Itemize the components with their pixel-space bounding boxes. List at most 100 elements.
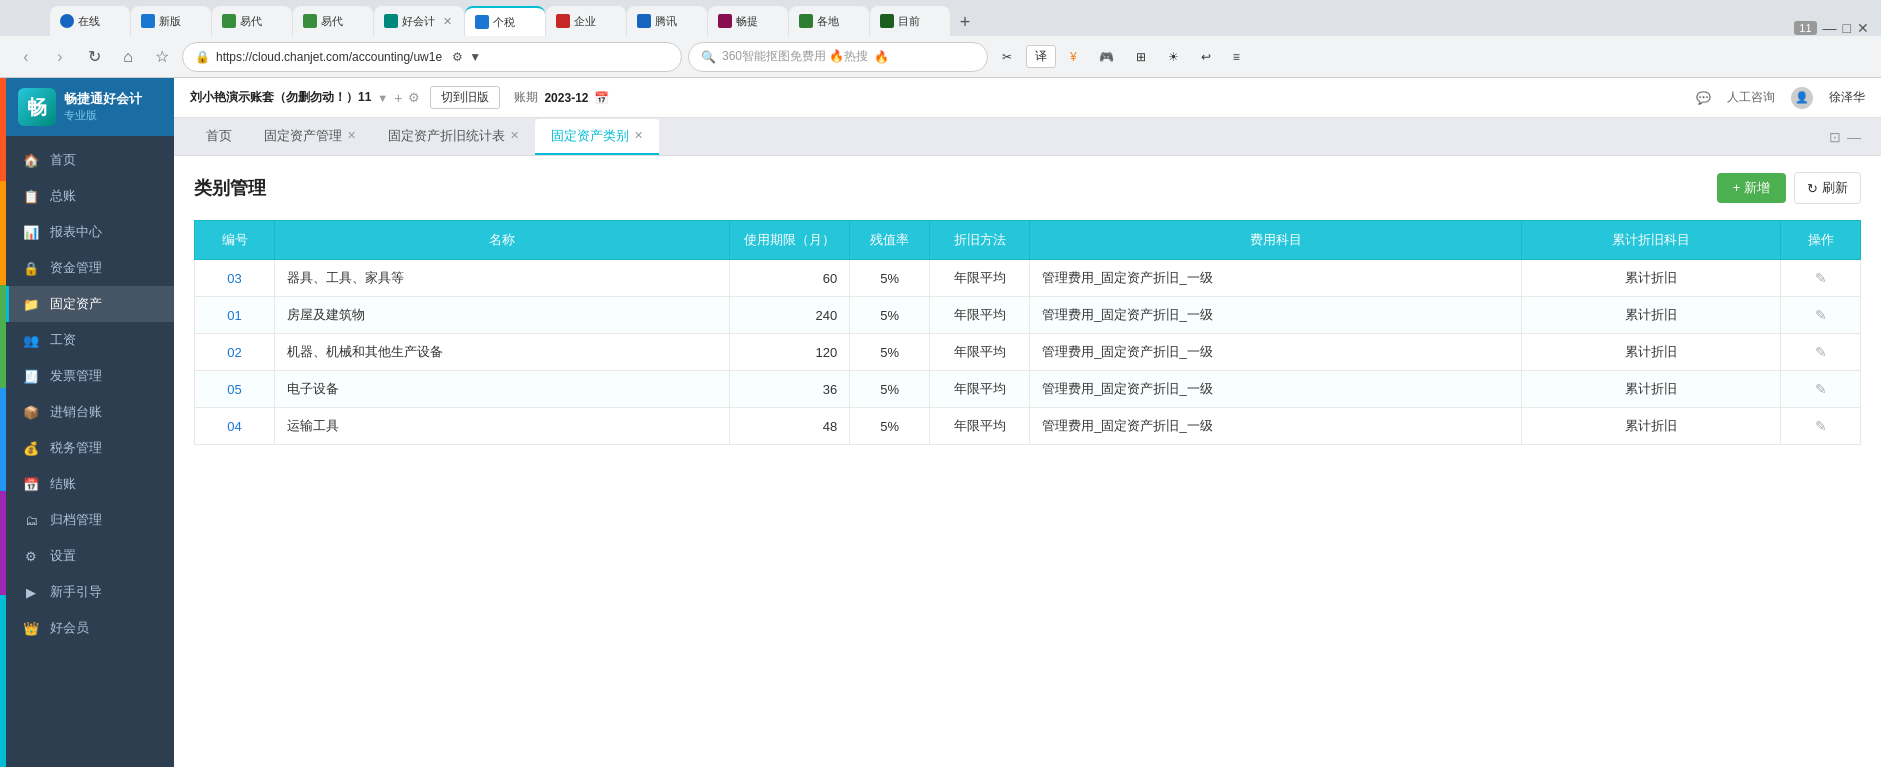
sidebar-item-tax[interactable]: 💰 税务管理 — [6, 430, 174, 466]
customer-service-label[interactable]: 人工咨询 — [1727, 89, 1775, 106]
add-company-icon[interactable]: + — [394, 90, 402, 106]
settings-gear-icon[interactable]: ⚙ — [408, 90, 420, 105]
logo-main-text: 畅捷通好会计 — [64, 91, 142, 108]
sidebar-item-checkout[interactable]: 📅 结账 — [6, 466, 174, 502]
search-text: 360智能抠图免费用 🔥热搜 — [722, 48, 868, 65]
browser-tab-yidai1[interactable]: 易代 — [212, 6, 292, 36]
customer-service-icon[interactable]: 💬 — [1696, 91, 1711, 105]
gear-icon: ⚙ — [22, 549, 40, 564]
tab-count-badge: 11 — [1794, 21, 1816, 35]
edit-cell[interactable]: ✎ — [1781, 334, 1861, 371]
edit-cell[interactable]: ✎ — [1781, 408, 1861, 445]
cell-0[interactable]: 04 — [195, 408, 275, 445]
toolbar-game[interactable]: 🎮 — [1091, 48, 1122, 66]
browser-tab-yidai2[interactable]: 易代 — [293, 6, 373, 36]
company-name: 刘小艳演示账套（勿删勿动！）11 — [190, 89, 371, 106]
toolbar-translate[interactable]: 译 — [1026, 45, 1056, 68]
browser-tab-haokuaiji[interactable]: 好会计 ✕ — [374, 6, 464, 36]
tab-icon — [60, 14, 74, 28]
refresh-button[interactable]: ↻ 刷新 — [1794, 172, 1861, 204]
sidebar-item-report[interactable]: 📊 报表中心 — [6, 214, 174, 250]
url-bar[interactable]: 🔒 https://cloud.chanjet.com/accounting/u… — [182, 42, 682, 72]
sidebar-item-invoice[interactable]: 🧾 发票管理 — [6, 358, 174, 394]
table-row: 03器具、工具、家具等605%年限平均管理费用_固定资产折旧_一级累计折旧✎ — [195, 260, 1861, 297]
browser-tab-muqian[interactable]: 目前 — [870, 6, 950, 36]
dropdown-arrow-icon[interactable]: ▼ — [377, 92, 388, 104]
window-minimize-icon[interactable]: — — [1823, 20, 1837, 36]
edit-cell[interactable]: ✎ — [1781, 297, 1861, 334]
sidebar-item-label: 进销台账 — [50, 403, 102, 421]
cell-0[interactable]: 05 — [195, 371, 275, 408]
toolbar-sun[interactable]: ☀ — [1160, 48, 1187, 66]
cell-6: 累计折旧 — [1521, 260, 1780, 297]
page-title: 类别管理 — [194, 176, 266, 200]
cell-3: 5% — [850, 408, 930, 445]
browser-tab-xinban[interactable]: 新版 — [131, 6, 211, 36]
cell-0[interactable]: 02 — [195, 334, 275, 371]
nav-back-button[interactable]: ‹ — [12, 43, 40, 71]
minimize-icon[interactable]: — — [1847, 129, 1861, 145]
cell-6: 累计折旧 — [1521, 334, 1780, 371]
cell-0[interactable]: 01 — [195, 297, 275, 334]
window-close-icon[interactable]: ✕ — [1857, 20, 1869, 36]
page-content: 类别管理 + 新增 ↻ 刷新 编号 名称 使用期限（月） — [174, 156, 1881, 767]
switch-version-btn[interactable]: 切到旧版 — [430, 86, 500, 109]
toolbar-grid[interactable]: ⊞ — [1128, 48, 1154, 66]
browser-tab-gedi[interactable]: 各地 — [789, 6, 869, 36]
edit-cell[interactable]: ✎ — [1781, 260, 1861, 297]
sidebar-item-home[interactable]: 🏠 首页 — [6, 142, 174, 178]
cell-5: 管理费用_固定资产折旧_一级 — [1030, 408, 1522, 445]
tab-label: 各地 — [817, 14, 839, 29]
nav-reload-button[interactable]: ↻ — [80, 43, 108, 71]
edit-cell[interactable]: ✎ — [1781, 371, 1861, 408]
nav-forward-button[interactable]: › — [46, 43, 74, 71]
refresh-label: 刷新 — [1822, 179, 1848, 197]
tab-close-icon[interactable]: ✕ — [510, 129, 519, 142]
browser-tab-qiye[interactable]: 企业 — [546, 6, 626, 36]
maximize-icon[interactable]: ⊡ — [1829, 129, 1841, 145]
toolbar-coins[interactable]: ¥ — [1062, 48, 1085, 66]
sidebar-item-salary[interactable]: 👥 工资 — [6, 322, 174, 358]
sidebar-item-archive[interactable]: 🗂 归档管理 — [6, 502, 174, 538]
nav-home-button[interactable]: ⌂ — [114, 43, 142, 71]
tab-new-button[interactable]: + — [951, 8, 979, 36]
browser-tab-tengxun[interactable]: 腾讯 — [627, 6, 707, 36]
toolbar-scissors[interactable]: ✂ — [994, 48, 1020, 66]
tab-depreciation-table[interactable]: 固定资产折旧统计表 ✕ — [372, 119, 535, 155]
toolbar-menu[interactable]: ≡ — [1225, 48, 1248, 66]
cell-0[interactable]: 03 — [195, 260, 275, 297]
sidebar-item-membership[interactable]: 👑 好会员 — [6, 610, 174, 646]
tab-fixed-asset-mgmt[interactable]: 固定资产管理 ✕ — [248, 119, 372, 155]
cell-1: 器具、工具、家具等 — [275, 260, 730, 297]
calendar-icon[interactable]: 📅 — [594, 91, 609, 105]
browser-tab-geshuei[interactable]: 个税 — [465, 6, 545, 36]
sidebar-item-tutorial[interactable]: ▶ 新手引导 — [6, 574, 174, 610]
window-maximize-icon[interactable]: □ — [1843, 20, 1851, 36]
browser-tab-zaixian[interactable]: 在线 — [50, 6, 130, 36]
tab-close-icon[interactable]: ✕ — [347, 129, 356, 142]
receipt-icon: 🧾 — [22, 369, 40, 384]
table-row: 01房屋及建筑物2405%年限平均管理费用_固定资产折旧_一级累计折旧✎ — [195, 297, 1861, 334]
browser-tab-changti[interactable]: 畅提 — [708, 6, 788, 36]
tab-home[interactable]: 首页 — [190, 119, 248, 155]
money-icon: 💰 — [22, 441, 40, 456]
nav-star-button[interactable]: ☆ — [148, 43, 176, 71]
cell-2: 120 — [730, 334, 850, 371]
tab-close-icon[interactable]: ✕ — [634, 129, 643, 142]
dropdown-arrow-icon[interactable]: ▼ — [469, 50, 481, 64]
search-bar[interactable]: 🔍 360智能抠图免费用 🔥热搜 🔥 — [688, 42, 988, 72]
browser-menu-icon[interactable]: ⚙ — [452, 50, 463, 64]
tab-label: 固定资产管理 — [264, 127, 342, 145]
url-text: https://cloud.chanjet.com/accounting/uw1… — [216, 50, 442, 64]
page-tabs-bar: 首页 固定资产管理 ✕ 固定资产折旧统计表 ✕ 固定资产类别 ✕ ⊡ — — [174, 118, 1881, 156]
sidebar-item-zonzhang[interactable]: 📋 总账 — [6, 178, 174, 214]
sidebar-item-fixed-assets[interactable]: 📁 固定资产 — [6, 286, 174, 322]
tab-asset-category[interactable]: 固定资产类别 ✕ — [535, 119, 659, 155]
sidebar-item-sales[interactable]: 📦 进销台账 — [6, 394, 174, 430]
toolbar-undo[interactable]: ↩ — [1193, 48, 1219, 66]
sidebar-item-funds[interactable]: 🔒 资金管理 — [6, 250, 174, 286]
sidebar-item-settings[interactable]: ⚙ 设置 — [6, 538, 174, 574]
ssl-lock-icon: 🔒 — [195, 50, 210, 64]
tab-close-icon[interactable]: ✕ — [443, 15, 452, 28]
add-new-button[interactable]: + 新增 — [1717, 173, 1786, 203]
